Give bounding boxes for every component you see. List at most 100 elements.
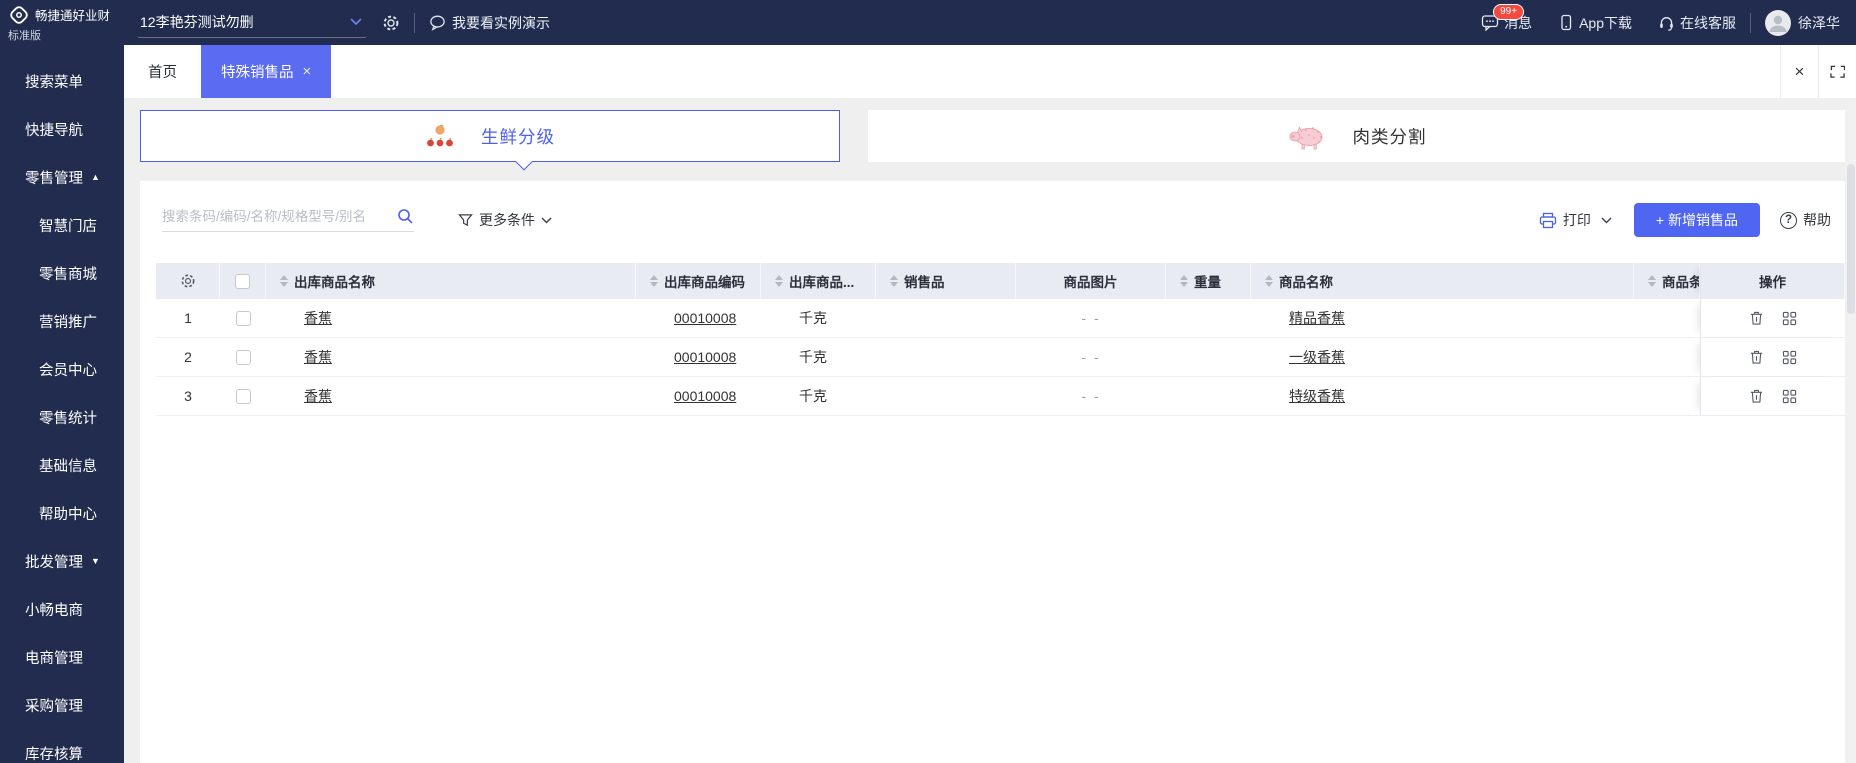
brand-name: 畅捷通好业财 <box>35 9 111 23</box>
header-out-product-code[interactable]: 出库商品编码 <box>636 263 761 299</box>
sidebar-item-member-center[interactable]: 会员中心 <box>0 345 124 393</box>
sidebar-item-basic-info[interactable]: 基础信息 <box>0 441 124 489</box>
online-service-label: 在线客服 <box>1680 14 1736 31</box>
row-checkbox[interactable] <box>235 310 251 326</box>
tab-close-icon[interactable]: × <box>303 64 312 79</box>
out-product-code-link[interactable]: 00010008 <box>674 349 736 365</box>
topbar-right: 99+ 消息 App下载 在线客服 徐泽华 <box>1455 3 1856 36</box>
sidebar-item-marketing[interactable]: 营销推广 <box>0 297 124 345</box>
card-meat-cutting-label: 肉类分割 <box>1352 126 1427 147</box>
settings-gear-icon[interactable] <box>382 14 400 32</box>
demo-link[interactable]: 我要看实例演示 <box>429 13 550 33</box>
collapse-down-icon: ▼ <box>91 556 100 566</box>
header-product-name[interactable]: 商品名称 <box>1251 263 1634 299</box>
vertical-scrollbar <box>1845 98 1856 763</box>
account-name: 12李艳芬测试勿删 <box>140 13 254 30</box>
help-label: 帮助 <box>1803 212 1831 228</box>
related-actions-icon[interactable] <box>1782 389 1797 404</box>
sidebar-item-purchase-management[interactable]: 采购管理 <box>0 681 124 729</box>
header-sales-item[interactable]: 销售品 <box>876 263 1016 299</box>
out-product-name-link[interactable]: 香蕉 <box>304 347 332 367</box>
row-index: 1 <box>184 310 192 326</box>
header-weight[interactable]: 重量 <box>1166 263 1251 299</box>
scrollbar-thumb[interactable] <box>1846 164 1855 314</box>
phone-icon <box>1558 14 1574 31</box>
search-icon[interactable] <box>397 208 414 225</box>
row-checkbox[interactable] <box>235 349 251 365</box>
sort-icon[interactable] <box>1180 275 1188 287</box>
select-all-checkbox[interactable] <box>235 273 250 289</box>
header-product-barcode[interactable]: 商品条码 <box>1634 263 1700 299</box>
sort-icon[interactable] <box>890 275 898 287</box>
user-menu[interactable]: 徐泽华 <box>1765 9 1840 36</box>
sort-icon[interactable] <box>1265 275 1273 287</box>
out-product-code-link[interactable]: 00010008 <box>674 310 736 326</box>
header-out-product-name[interactable]: 出库商品名称 <box>266 263 636 299</box>
product-image-placeholder: - - <box>1081 310 1101 326</box>
barcode-cell <box>1634 338 1700 376</box>
tab-special-sales-items[interactable]: 特殊销售品 × <box>201 45 332 98</box>
sales-item-cell <box>876 338 1016 376</box>
toolbar: 更多条件 打印 <box>140 181 1845 237</box>
add-sales-item-button[interactable]: + 新增销售品 <box>1633 203 1760 237</box>
sidebar-item-ecommerce-management[interactable]: 电商管理 <box>0 633 124 681</box>
sidebar-item-help-center[interactable]: 帮助中心 <box>0 489 124 537</box>
sort-icon[interactable] <box>650 275 658 287</box>
table-row: 1 香蕉 00010008 千克 - - 精品香蕉 <box>156 299 1845 338</box>
sidebar-item-search-menu[interactable]: 搜索菜单 <box>0 57 124 105</box>
out-product-name-link[interactable]: 香蕉 <box>304 308 332 328</box>
header-out-product-unit[interactable]: 出库商品... <box>761 263 876 299</box>
out-product-name-link[interactable]: 香蕉 <box>304 386 332 406</box>
card-fresh-grading-label: 生鲜分级 <box>481 126 555 147</box>
fullscreen-button[interactable] <box>1818 45 1856 98</box>
sidebar-item-retail-mall[interactable]: 零售商城 <box>0 249 124 297</box>
sidebar-group-wholesale-management[interactable]: 批发管理 ▼ <box>0 537 124 585</box>
sort-icon[interactable] <box>1648 275 1656 287</box>
product-name-link[interactable]: 特级香蕉 <box>1289 386 1345 406</box>
header-operations: 操作 <box>1700 263 1845 299</box>
column-settings-button[interactable] <box>156 263 220 299</box>
sidebar-group-retail-management[interactable]: 零售管理 ▲ <box>0 153 124 201</box>
delete-icon[interactable] <box>1749 310 1764 326</box>
delete-icon[interactable] <box>1749 349 1764 365</box>
print-dropdown[interactable]: 打印 <box>1539 210 1612 230</box>
sort-icon[interactable] <box>775 275 783 287</box>
weight-cell <box>1166 338 1251 376</box>
product-name-link[interactable]: 一级香蕉 <box>1289 347 1345 367</box>
print-label: 打印 <box>1562 212 1591 228</box>
related-actions-icon[interactable] <box>1782 350 1797 365</box>
sidebar: 搜索菜单 快捷导航 零售管理 ▲ 智慧门店 零售商城 营销推广 会员中心 零售统计… <box>0 45 124 763</box>
help-button[interactable]: 帮助 <box>1780 210 1831 230</box>
sales-item-cell <box>876 377 1016 415</box>
row-checkbox[interactable] <box>235 388 251 404</box>
related-actions-icon[interactable] <box>1782 311 1797 326</box>
sidebar-item-partial-bottom[interactable]: 库存核算 <box>0 729 124 763</box>
sidebar-item-xiaochang-ecommerce[interactable]: 小畅电商 <box>0 585 124 633</box>
messages-button[interactable]: 99+ 消息 <box>1481 3 1532 33</box>
search-box <box>162 208 414 232</box>
out-product-code-link[interactable]: 00010008 <box>674 388 736 404</box>
delete-icon[interactable] <box>1749 388 1764 404</box>
pig-icon <box>1287 122 1327 150</box>
sidebar-item-quick-nav[interactable]: 快捷导航 <box>0 105 124 153</box>
row-index: 3 <box>184 388 192 404</box>
table-row: 2 香蕉 00010008 千克 - - 一级香蕉 <box>156 338 1845 377</box>
product-image-placeholder: - - <box>1081 388 1101 404</box>
app-download-label: App下载 <box>1579 14 1632 31</box>
account-selector[interactable]: 12李艳芬测试勿删 <box>138 8 366 38</box>
barcode-cell <box>1634 377 1700 415</box>
tab-home[interactable]: 首页 <box>124 45 201 98</box>
online-service-button[interactable]: 在线客服 <box>1658 13 1736 33</box>
sort-icon[interactable] <box>280 275 288 287</box>
sidebar-item-smart-store[interactable]: 智慧门店 <box>0 201 124 249</box>
sidebar-item-retail-stats[interactable]: 零售统计 <box>0 393 124 441</box>
app-download-button[interactable]: App下载 <box>1558 13 1632 33</box>
topbar-divider <box>1750 12 1751 33</box>
search-input[interactable] <box>162 209 397 224</box>
card-fresh-grading[interactable]: 生鲜分级 <box>140 110 840 171</box>
card-meat-cutting[interactable]: 肉类分割 <box>868 110 1845 162</box>
more-filters-button[interactable]: 更多条件 <box>458 210 552 230</box>
close-all-tabs-button[interactable]: × <box>1780 45 1818 98</box>
out-product-unit: 千克 <box>799 388 827 404</box>
product-name-link[interactable]: 精品香蕉 <box>1289 308 1345 328</box>
